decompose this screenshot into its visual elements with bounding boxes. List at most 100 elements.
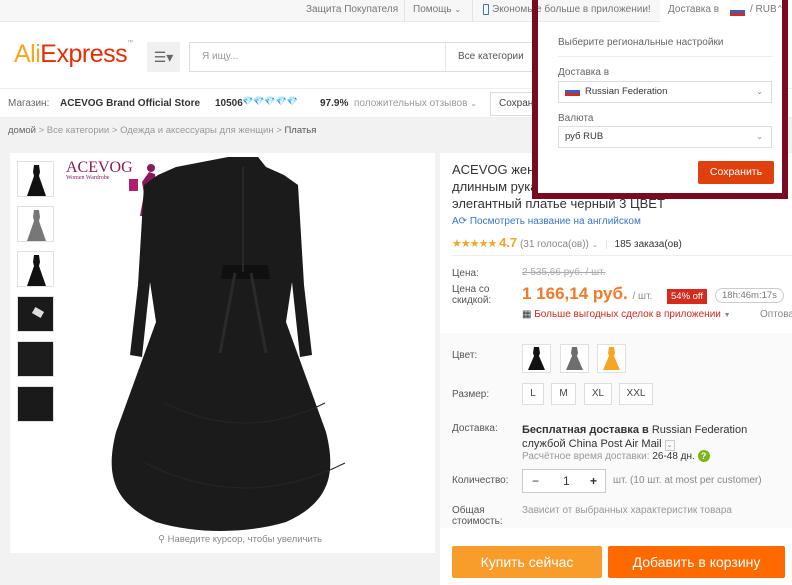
zoom-hint: ⚲ Наведите курсор, чтобы увеличить: [158, 534, 322, 545]
search-placeholder: Я ищу...: [202, 51, 239, 62]
currency-value: руб RUB: [565, 131, 604, 142]
add-to-cart-button[interactable]: Добавить в корзину: [608, 546, 785, 578]
buyer-protection-link[interactable]: Защита Покупателя: [306, 4, 398, 15]
discount-price: 1 166,14 руб. / шт.: [522, 284, 652, 304]
product-detail: ACEVOG женщи длинным рукав элегантный пл…: [440, 153, 792, 585]
size-option-l[interactable]: L: [522, 383, 544, 405]
chevron-down-icon: ⌄: [470, 99, 477, 108]
region-settings-popup: Выберите региональные настройки Доставка…: [538, 22, 782, 193]
dress-icon: [27, 165, 46, 196]
dress-icon: [27, 210, 46, 241]
store-label: Магазин:: [8, 98, 50, 109]
quantity-stepper: − 1 +: [522, 469, 606, 493]
price-label: Цена:: [452, 268, 479, 279]
thumbnail-fabric-detail[interactable]: [17, 341, 54, 377]
save-region-button[interactable]: Сохранить: [698, 161, 774, 184]
color-label: Цвет:: [452, 350, 478, 361]
hamburger-icon: ☰▾: [153, 49, 174, 65]
breadcrumb-sep: >: [111, 125, 118, 136]
thumbnail-black-dress[interactable]: [17, 161, 54, 197]
delivery-country-select[interactable]: Russian Federation ⌄: [558, 81, 772, 103]
divider: [472, 0, 473, 22]
category-menu-button[interactable]: ☰▾: [147, 42, 180, 72]
thumbnail-sleeve-detail[interactable]: [17, 386, 54, 422]
size-option-xl[interactable]: XL: [584, 383, 612, 405]
shipping-time-label: Расчётное время доставки:: [522, 451, 650, 462]
thumbnail-gray-dress[interactable]: [17, 206, 54, 242]
logo-ali: Ali: [14, 40, 41, 68]
shipping-time: Расчётное время доставки: 26-48 дн. ?: [522, 450, 710, 462]
divider: [404, 0, 405, 22]
dress-icon: [603, 347, 620, 370]
breadcrumb-all-categories[interactable]: Все категории: [47, 125, 109, 136]
size-option-m[interactable]: M: [551, 383, 576, 405]
search-input[interactable]: Я ищу... Все категории: [189, 42, 549, 72]
discount-badge: 54% off: [667, 289, 708, 304]
delivery-country-label: Доставка в: [558, 67, 610, 78]
rating-row: ★★★★★ 4.7 (31 голоса(ов)) ⌄ | 185 заказа…: [452, 235, 682, 250]
quantity-note: шт. (10 шт. at most per customer): [613, 475, 762, 486]
size-option-xxl[interactable]: XXL: [619, 383, 653, 405]
price-unit: / шт.: [632, 291, 653, 302]
color-swatch-black[interactable]: [522, 344, 551, 373]
color-swatch-gray[interactable]: [560, 344, 589, 373]
chevron-down-icon: ⌄: [591, 240, 599, 249]
dress-icon: [27, 255, 46, 286]
positive-feedback-dropdown[interactable]: положительных отзывов ⌄: [354, 98, 477, 109]
thumbnail-black-dress-2[interactable]: [17, 251, 54, 287]
store-name-link[interactable]: ACEVOG Brand Official Store: [60, 98, 200, 109]
breadcrumb-sep: >: [276, 125, 282, 136]
qr-code-icon: ▦: [522, 309, 532, 320]
breadcrumb-sep: >: [38, 125, 45, 136]
help-menu[interactable]: Помощь ⌄: [413, 4, 461, 15]
magnifier-icon: ⚲: [158, 534, 165, 545]
breadcrumb-dresses[interactable]: Платья: [284, 125, 316, 136]
breadcrumb-women-clothing[interactable]: Одежда и аксессуары для женщин: [120, 125, 274, 136]
breadcrumb: домой > Все категории > Одежда и аксессу…: [8, 125, 316, 136]
currency-select[interactable]: руб RUB ⌄: [558, 126, 772, 148]
logo-express: Express: [40, 40, 128, 68]
chevron-down-icon: ⌄: [756, 87, 763, 96]
buy-now-button[interactable]: Купить сейчас: [452, 546, 602, 578]
divider: [558, 56, 772, 57]
color-swatch-yellow[interactable]: [597, 344, 626, 373]
shipping-free: Бесплатная доставка в: [522, 424, 649, 436]
wholesale-link[interactable]: Оптова: [760, 309, 792, 320]
divider: |: [605, 239, 608, 250]
discount-price-label: Цена со скидкой:: [452, 284, 492, 306]
price-value: 1 166,14 руб.: [522, 284, 628, 303]
quantity-decrease-button[interactable]: −: [532, 474, 539, 488]
rating-value: 4.7: [499, 235, 518, 250]
orders-count: 185 заказа(ов): [614, 239, 682, 250]
chevron-down-icon: ⌄: [756, 132, 763, 141]
votes-link[interactable]: (31 голоса(ов)): [520, 239, 589, 250]
help-label: Помощь: [413, 4, 452, 15]
chevron-down-icon: ⌄: [454, 5, 462, 14]
caret-down-icon: ▼: [723, 312, 731, 319]
total-price-label: Общая стоимость:: [452, 505, 503, 527]
aliexpress-logo[interactable]: AliExpress™: [14, 40, 133, 69]
quantity-input[interactable]: 1: [563, 474, 570, 488]
app-deals-link[interactable]: ▦ Больше выгодных сделок в приложении ▼: [522, 309, 731, 320]
positive-feedback-pct: 97.9%: [320, 98, 349, 109]
help-icon[interactable]: ?: [697, 450, 710, 462]
popup-title: Выберите региональные настройки: [558, 37, 724, 48]
trademark: ™: [127, 40, 133, 46]
category-select[interactable]: Все категории: [445, 43, 524, 71]
zoom-hint-text: Наведите курсор, чтобы увеличить: [167, 534, 323, 545]
countdown-timer: 18h:46m:17s: [715, 288, 784, 303]
translate-title-link[interactable]: A⟳ Посмотреть название на английском: [452, 216, 641, 227]
quantity-increase-button[interactable]: +: [590, 474, 597, 488]
shipping-info: Бесплатная доставка в Russian Federation…: [522, 423, 792, 451]
positive-feedback-label: положительных отзывов: [354, 98, 468, 109]
translate-icon: A⟳: [452, 216, 468, 227]
app-deals-text: Больше выгодных сделок в приложении: [534, 309, 721, 320]
main-product-image[interactable]: [65, 153, 425, 533]
shipping-label: Доставка:: [452, 423, 498, 434]
divider: [452, 255, 792, 256]
thumbnail-collar-detail[interactable]: [17, 296, 54, 332]
label-tag: [31, 306, 45, 319]
quantity-label: Количество:: [452, 475, 509, 486]
dress-icon: [566, 347, 583, 370]
breadcrumb-home[interactable]: домой: [8, 125, 36, 136]
